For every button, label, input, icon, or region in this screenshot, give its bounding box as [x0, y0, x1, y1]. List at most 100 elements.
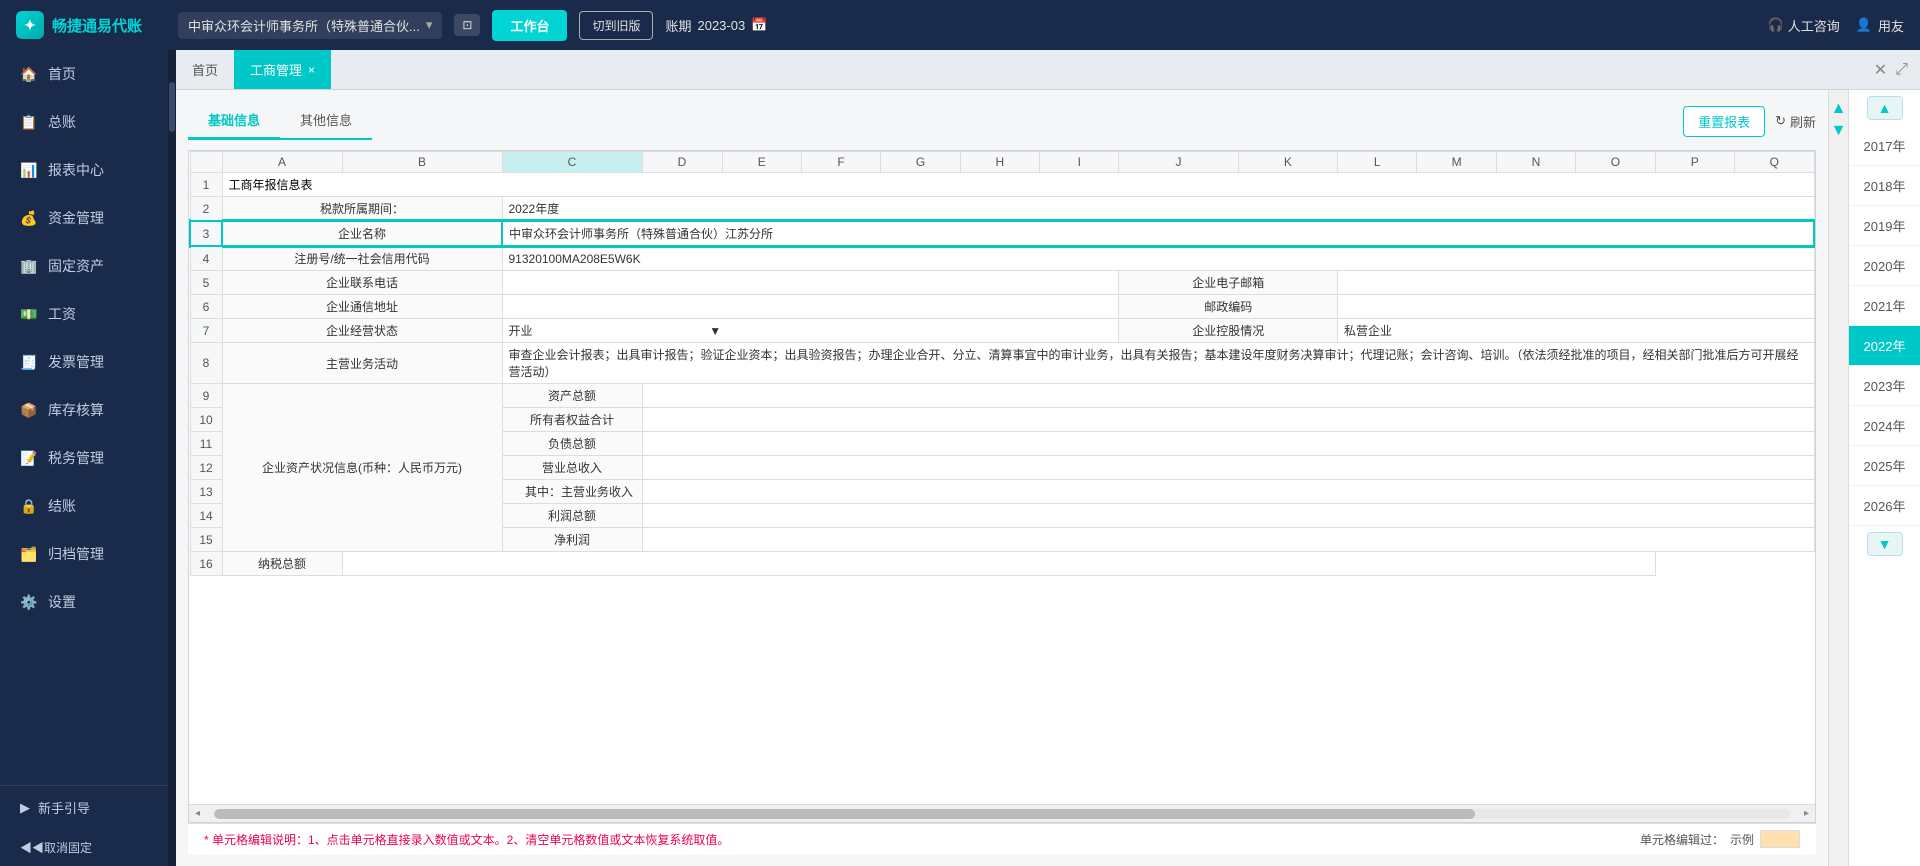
year-item-2025[interactable]: 2025年: [1849, 446, 1920, 486]
holding-value-cell[interactable]: 私营企业: [1338, 319, 1814, 343]
sidebar-label-inventory: 库存核算: [48, 400, 104, 420]
sheet-title-cell[interactable]: 工商年报信息表: [222, 173, 1814, 197]
year-item-2023[interactable]: 2023年: [1849, 366, 1920, 406]
revenue-value[interactable]: [642, 456, 1814, 480]
email-value-cell[interactable]: [1338, 271, 1814, 295]
company-value-cell[interactable]: 中审众环会计师事务所（特殊普通合伙）江苏分所: [502, 221, 1814, 246]
scrollbar-track[interactable]: [214, 809, 1790, 819]
sidebar-item-reports[interactable]: 📊 报表中心: [0, 146, 168, 194]
row-num-1: 1: [190, 173, 222, 197]
company-selector[interactable]: 中审众环会计师事务所（特殊普通合伙... ▾: [178, 12, 442, 39]
content-area: 首页 工商管理 × ✕ ⤢ 基础信息: [176, 50, 1920, 866]
pin-button[interactable]: ◀◀取消固定: [0, 829, 168, 866]
refresh-button[interactable]: ↻ 刷新: [1775, 112, 1816, 131]
toolbar-right: 重置报表 ↻ 刷新: [1683, 106, 1816, 137]
new-user-button[interactable]: ▶ 新手引导: [0, 786, 168, 829]
sub-tabs: 基础信息 其他信息: [188, 102, 372, 140]
chevron-down-icon: ▾: [426, 17, 433, 33]
sidebar-label-funds: 资金管理: [48, 208, 104, 228]
tab-basic-info[interactable]: 基础信息: [188, 102, 280, 140]
regnum-value-cell[interactable]: 91320100MA208E5W6K: [502, 246, 1814, 271]
year-item-2017[interactable]: 2017年: [1849, 126, 1920, 166]
scroll-left-icon[interactable]: ◂: [189, 808, 206, 819]
sidebar-item-salary[interactable]: 💵 工资: [0, 290, 168, 338]
sidebar-label-salary: 工资: [48, 304, 76, 324]
workbench-button[interactable]: 工作台: [492, 10, 567, 41]
sidebar-item-assets[interactable]: 🏢 固定资产: [0, 242, 168, 290]
row-num-5: 5: [190, 271, 222, 295]
liability-label: 负债总额: [502, 432, 642, 456]
equity-value[interactable]: [642, 408, 1814, 432]
tab-active-business[interactable]: 工商管理 ×: [234, 50, 331, 89]
horizontal-scrollbar[interactable]: ◂ ▸: [189, 804, 1815, 822]
row-num-10: 10: [190, 408, 222, 432]
sidebar-item-closing[interactable]: 🔒 结账: [0, 482, 168, 530]
sidebar-item-ledger[interactable]: 📋 总账: [0, 98, 168, 146]
sidebar-item-home[interactable]: 🏠 首页: [0, 50, 168, 98]
profit-value[interactable]: [642, 504, 1814, 528]
main-revenue-value[interactable]: [642, 480, 1814, 504]
total-assets-label: 资产总额: [502, 384, 642, 408]
period-label: 账期: [665, 16, 691, 35]
period-label-cell: 税款所属期间：: [222, 197, 502, 222]
sidebar-item-settings[interactable]: ⚙️ 设置: [0, 578, 168, 626]
tax-icon: 📝: [20, 449, 38, 467]
row-num-15: 15: [190, 528, 222, 552]
col-header-num: [190, 152, 222, 173]
sidebar-item-tax[interactable]: 📝 税务管理: [0, 434, 168, 482]
year-item-2020[interactable]: 2020年: [1849, 246, 1920, 286]
row-num-6: 6: [190, 295, 222, 319]
year-item-2021[interactable]: 2021年: [1849, 286, 1920, 326]
user-icon: 👤: [1856, 17, 1872, 33]
table-row: 2 税款所属期间： 2022年度: [190, 197, 1814, 222]
sidebar-label-archive: 归档管理: [48, 544, 104, 564]
period-value-cell[interactable]: 2022年度: [502, 197, 1814, 222]
holding-label-cell: 企业控股情况: [1119, 319, 1338, 343]
edited-label: 单元格编辑过：: [1640, 831, 1724, 848]
year-item-2024[interactable]: 2024年: [1849, 406, 1920, 446]
support-button[interactable]: 🎧 人工咨询: [1768, 16, 1840, 35]
copy-button[interactable]: ⊡: [454, 14, 480, 36]
panel-arrow-down[interactable]: ▼: [1831, 122, 1847, 140]
reset-button[interactable]: 重置报表: [1683, 106, 1765, 137]
address-value-cell[interactable]: [502, 295, 1119, 319]
tax-total-value[interactable]: [342, 552, 1655, 576]
inventory-icon: 📦: [20, 401, 38, 419]
old-version-button[interactable]: 切到旧版: [579, 11, 653, 40]
scroll-right-icon[interactable]: ▸: [1798, 808, 1815, 819]
tab-home[interactable]: 首页: [176, 50, 234, 89]
sidebar-item-funds[interactable]: 💰 资金管理: [0, 194, 168, 242]
year-down-button[interactable]: ▼: [1867, 532, 1903, 556]
calendar-icon[interactable]: 📅: [751, 17, 767, 33]
row-num-7: 7: [190, 319, 222, 343]
business-value-cell[interactable]: 审查企业会计报表；出具审计报告；验证企业资本；出具验资报告；办理企业合开、分立、…: [502, 343, 1814, 384]
status-value-cell[interactable]: 开业 ▼: [502, 319, 1119, 343]
user-area[interactable]: 👤 用友: [1856, 16, 1904, 35]
spreadsheet-wrapper: A B C D E F G H I J: [188, 150, 1816, 823]
year-item-2026[interactable]: 2026年: [1849, 486, 1920, 526]
phone-value-cell[interactable]: [502, 271, 1119, 295]
sidebar-item-invoice[interactable]: 🧾 发票管理: [0, 338, 168, 386]
tab-close-icon[interactable]: ×: [308, 63, 315, 77]
panel-toggle[interactable]: ▲ ▼: [1828, 90, 1848, 866]
archive-icon: 🗂️: [20, 545, 38, 563]
total-assets-value[interactable]: [642, 384, 1814, 408]
row-num-16: 16: [190, 552, 222, 576]
net-profit-label: 净利润: [502, 528, 642, 552]
net-profit-value[interactable]: [642, 528, 1814, 552]
year-item-2022[interactable]: 2022年: [1849, 326, 1920, 366]
row-num-3: 3: [190, 221, 222, 246]
liability-value[interactable]: [642, 432, 1814, 456]
panel-arrow-up[interactable]: ▲: [1831, 100, 1847, 118]
year-up-button[interactable]: ▲: [1867, 96, 1903, 120]
sidebar-item-archive[interactable]: 🗂️ 归档管理: [0, 530, 168, 578]
year-item-2019[interactable]: 2019年: [1849, 206, 1920, 246]
tab-other-info[interactable]: 其他信息: [280, 102, 372, 140]
postcode-value-cell[interactable]: [1338, 295, 1814, 319]
close-window-icon[interactable]: ✕: [1874, 60, 1887, 80]
sidebar-item-inventory[interactable]: 📦 库存核算: [0, 386, 168, 434]
scrollbar-thumb[interactable]: [214, 809, 1475, 819]
expand-icon[interactable]: ⤢: [1895, 61, 1908, 79]
year-item-2018[interactable]: 2018年: [1849, 166, 1920, 206]
sheet-table[interactable]: A B C D E F G H I J: [189, 151, 1815, 804]
